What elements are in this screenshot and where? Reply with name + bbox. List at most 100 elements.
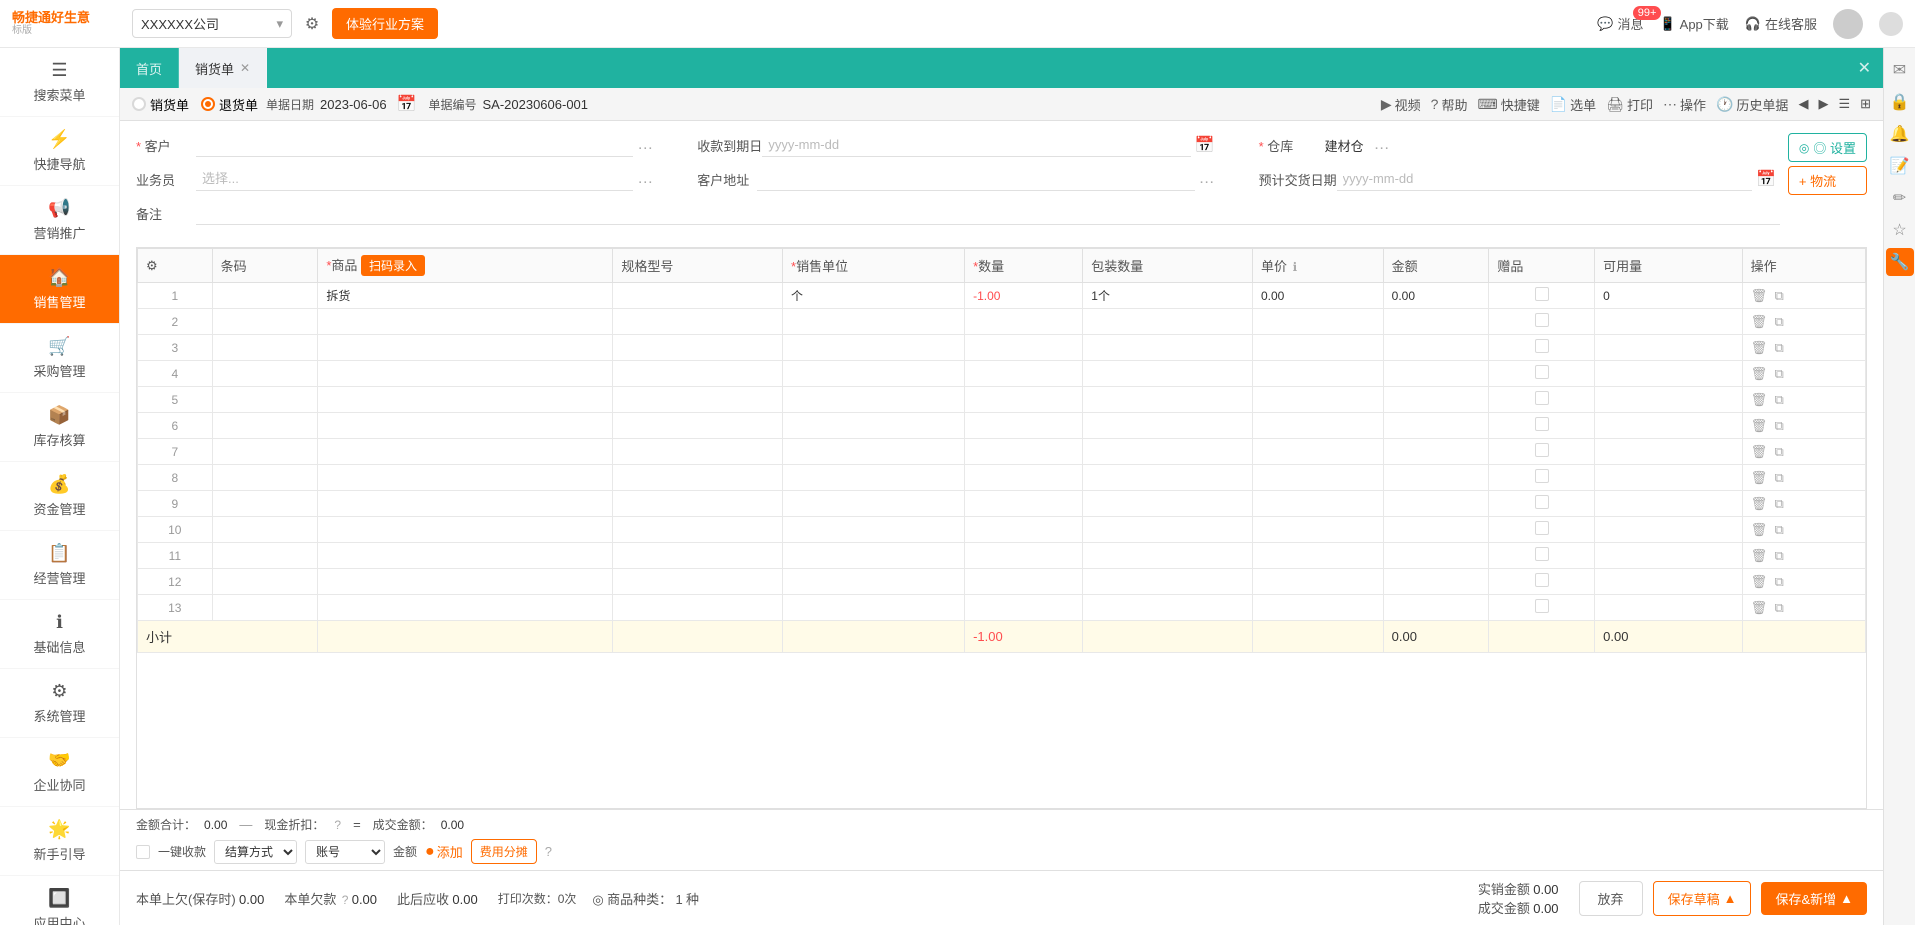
row-pack-qty[interactable] <box>1083 387 1253 413</box>
row-spec[interactable] <box>613 309 783 335</box>
sidebar-item-purchase[interactable]: 🛒 采购管理 <box>0 324 119 393</box>
row-barcode[interactable] <box>212 595 318 621</box>
sidebar-item-search[interactable]: ☰ 搜索菜单 <box>0 48 119 117</box>
rp-edit-icon[interactable]: ✏ <box>1886 184 1914 212</box>
row-unit[interactable] <box>783 569 965 595</box>
delete-row-icon[interactable]: 🗑 <box>1751 418 1768 433</box>
delete-row-icon[interactable]: 🗑 <box>1751 574 1768 589</box>
row-spec[interactable] <box>613 517 783 543</box>
calendar-icon[interactable]: 📅 <box>393 94 421 114</box>
radio-sales-order[interactable]: 销货单 <box>132 95 189 114</box>
row-unit[interactable] <box>783 465 965 491</box>
row-amount[interactable]: 0.00 <box>1383 283 1489 309</box>
row-unit[interactable] <box>783 517 965 543</box>
row-unit[interactable] <box>783 335 965 361</box>
trial-btn[interactable]: 体验行业方案 <box>332 8 438 39</box>
row-pack-qty[interactable]: 1个 <box>1083 283 1253 309</box>
tab-close-icon[interactable]: ✕ <box>240 61 250 75</box>
row-pack-qty[interactable] <box>1083 543 1253 569</box>
row-unit-price[interactable]: 0.00 <box>1252 283 1383 309</box>
delete-row-icon[interactable]: 🗑 <box>1751 366 1768 381</box>
nav-prev-action[interactable]: ◀ <box>1798 96 1808 112</box>
customer-dots-icon[interactable]: … <box>633 136 657 154</box>
row-unit-price[interactable] <box>1252 543 1383 569</box>
save-draft-btn[interactable]: 保存草稿 ▲ <box>1653 881 1752 916</box>
copy-row-icon[interactable]: ⧉ <box>1774 340 1783 355</box>
row-pack-qty[interactable] <box>1083 439 1253 465</box>
row-spec[interactable] <box>613 595 783 621</box>
row-qty[interactable] <box>965 569 1083 595</box>
row-barcode[interactable] <box>212 465 318 491</box>
rp-tool-icon[interactable]: 🔧 <box>1886 248 1914 276</box>
fee-help-icon[interactable]: ? <box>545 844 552 859</box>
sidebar-item-sales[interactable]: 🏠 销售管理 <box>0 255 119 324</box>
sidebar-item-marketing[interactable]: 📢 营销推广 <box>0 186 119 255</box>
row-gift[interactable] <box>1489 439 1595 465</box>
delete-row-icon[interactable]: 🗑 <box>1751 314 1768 329</box>
sidebar-item-enterprise[interactable]: 🤝 企业协同 <box>0 738 119 807</box>
rp-mail-icon[interactable]: ✉ <box>1886 56 1914 84</box>
salesperson-input[interactable] <box>196 167 633 191</box>
delete-row-icon[interactable]: 🗑 <box>1751 470 1768 485</box>
tab-home[interactable]: 首页 <box>120 48 179 88</box>
row-product[interactable]: 拆货 <box>318 283 613 309</box>
operation-action[interactable]: ⋯ 操作 <box>1663 95 1706 114</box>
row-gift[interactable] <box>1489 387 1595 413</box>
sidebar-item-capital[interactable]: 💰 资金管理 <box>0 462 119 531</box>
row-qty[interactable] <box>965 335 1083 361</box>
row-gift[interactable] <box>1489 517 1595 543</box>
row-product[interactable] <box>318 361 613 387</box>
customer-input[interactable] <box>196 133 633 157</box>
row-barcode[interactable] <box>212 335 318 361</box>
row-product[interactable] <box>318 335 613 361</box>
delete-row-icon[interactable]: 🗑 <box>1751 288 1768 303</box>
print-action[interactable]: 🖨 打印 <box>1606 95 1653 114</box>
row-qty[interactable] <box>965 543 1083 569</box>
row-pack-qty[interactable] <box>1083 309 1253 335</box>
account-select[interactable]: 账号 <box>305 840 385 864</box>
row-spec[interactable] <box>613 413 783 439</box>
calc-method-select[interactable]: 结算方式 <box>214 840 297 864</box>
delete-row-icon[interactable]: 🗑 <box>1751 496 1768 511</box>
fee-split-btn[interactable]: 费用分摊 <box>471 839 537 864</box>
row-barcode[interactable] <box>212 309 318 335</box>
rp-bell-icon[interactable]: 🔔 <box>1886 120 1914 148</box>
row-barcode[interactable] <box>212 491 318 517</box>
row-unit[interactable] <box>783 543 965 569</box>
row-gift[interactable] <box>1489 361 1595 387</box>
row-amount[interactable] <box>1383 569 1489 595</box>
help-action[interactable]: ? 帮助 <box>1431 95 1468 114</box>
copy-row-icon[interactable]: ⧉ <box>1774 522 1783 537</box>
row-pack-qty[interactable] <box>1083 413 1253 439</box>
delete-row-icon[interactable]: 🗑 <box>1751 340 1768 355</box>
owe-info-icon[interactable]: ? <box>342 893 349 907</box>
row-unit-price[interactable] <box>1252 465 1383 491</box>
warehouse-dots-icon[interactable]: … <box>1370 136 1394 154</box>
row-unit[interactable] <box>783 413 965 439</box>
delete-row-icon[interactable]: 🗑 <box>1751 392 1768 407</box>
row-unit-price[interactable] <box>1252 569 1383 595</box>
row-pack-qty[interactable] <box>1083 335 1253 361</box>
copy-row-icon[interactable]: ⧉ <box>1774 574 1783 589</box>
row-unit-price[interactable] <box>1252 361 1383 387</box>
payment-due-calendar-icon[interactable]: 📅 <box>1191 135 1219 155</box>
row-product[interactable] <box>318 595 613 621</box>
row-barcode[interactable] <box>212 439 318 465</box>
avatar[interactable] <box>1833 9 1863 39</box>
row-barcode[interactable] <box>212 361 318 387</box>
row-qty[interactable] <box>965 361 1083 387</box>
close-window-icon[interactable]: ✕ <box>1858 58 1883 78</box>
sidebar-item-basic-info[interactable]: ℹ 基础信息 <box>0 600 119 669</box>
notes-input[interactable] <box>196 201 1780 225</box>
row-product[interactable] <box>318 413 613 439</box>
cash-discount-info-icon[interactable]: ? <box>334 818 341 832</box>
customer-addr-input[interactable] <box>757 167 1194 191</box>
row-amount[interactable] <box>1383 413 1489 439</box>
delivery-calendar-icon[interactable]: 📅 <box>1752 169 1780 189</box>
row-qty[interactable] <box>965 387 1083 413</box>
row-qty[interactable] <box>965 439 1083 465</box>
row-unit-price[interactable] <box>1252 491 1383 517</box>
salesperson-dots-icon[interactable]: … <box>633 170 657 188</box>
copy-row-icon[interactable]: ⧉ <box>1774 548 1783 563</box>
row-gift[interactable] <box>1489 283 1595 309</box>
